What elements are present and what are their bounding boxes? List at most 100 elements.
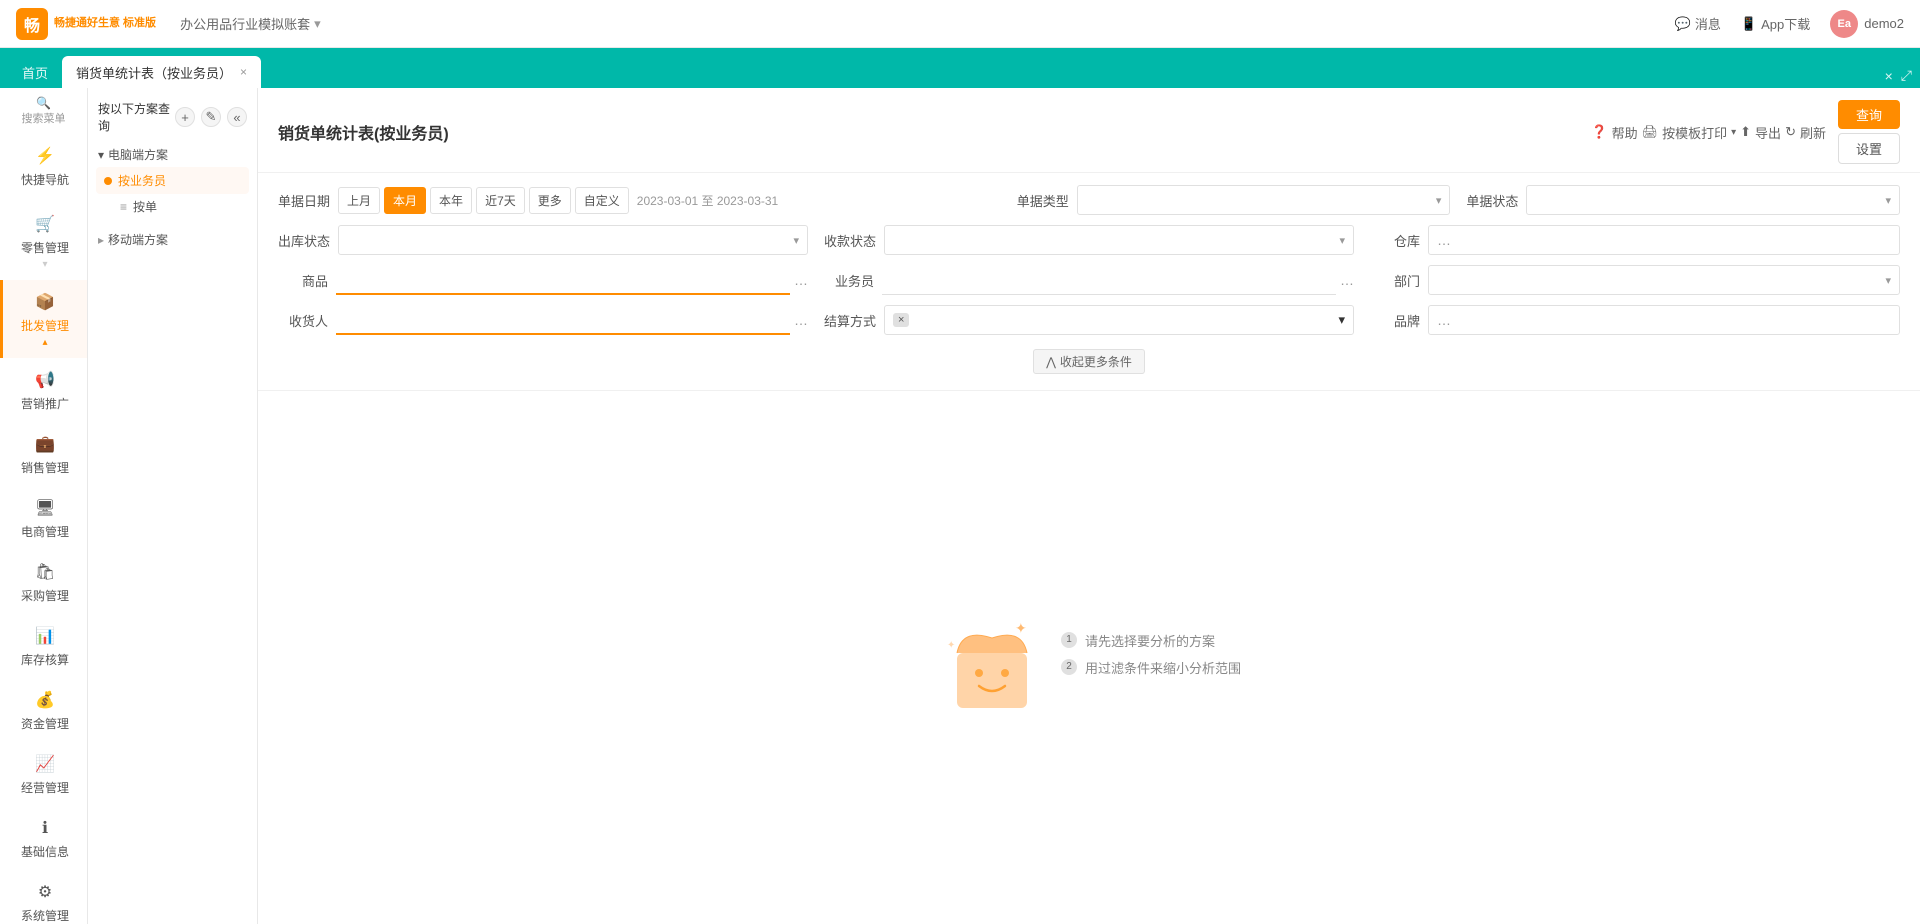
period-btn-7days[interactable]: 近7天 [476, 187, 525, 214]
export-btn[interactable]: ⬆ 导出 [1740, 123, 1781, 142]
salesperson-input[interactable] [882, 265, 1336, 295]
logo-text: 畅捷通好生意 标准版 [54, 16, 156, 30]
sidebar-item-basic[interactable]: ℹ 基础信息 [0, 806, 87, 870]
message-btn[interactable]: 💬 消息 [1675, 14, 1721, 33]
filter-warehouse: 仓库 … [1370, 225, 1900, 255]
step-1-text: 请先选择要分析的方案 [1085, 631, 1215, 650]
doc-status-label: 单据状态 [1466, 191, 1518, 210]
header-left: 畅 畅捷通好生意 标准版 办公用品行业模拟账套 ▾ [16, 8, 321, 40]
active-dot [104, 177, 112, 185]
goods-label: 商品 [278, 271, 328, 290]
scheme-item-by-salesperson[interactable]: 按业务员 [96, 167, 249, 194]
filter-doc-type: 单据类型 ▾ [1017, 185, 1451, 215]
tab-home[interactable]: 首页 [8, 56, 62, 88]
period-btn-custom[interactable]: 自定义 [575, 187, 629, 214]
breadcrumb-text: 办公用品行业模拟账套 [180, 14, 310, 33]
operations-label: 经营管理 [21, 779, 69, 796]
scheme-group-mobile-header[interactable]: ▸ 移动端方案 [96, 227, 249, 252]
refresh-btn[interactable]: ↻ 刷新 [1785, 123, 1826, 142]
settlement-chevron: ▾ [1338, 312, 1345, 328]
sidebar-item-wholesale[interactable]: 📦 批发管理 ▴ [0, 280, 87, 358]
logo-area: 畅 畅捷通好生意 标准版 [16, 8, 156, 40]
sidebar-item-operations[interactable]: 📈 经营管理 [0, 742, 87, 806]
filter-doc-status: 单据状态 ▾ [1466, 185, 1900, 215]
ecommerce-icon: 🖥 [33, 496, 57, 520]
user-profile[interactable]: Ea demo2 [1830, 10, 1904, 38]
basic-label: 基础信息 [21, 843, 69, 860]
filter-department: 部门 ▾ [1370, 265, 1900, 295]
filter-row-4: 收货人 … 结算方式 × ▾ [278, 305, 1900, 335]
order-icon: ≡ [120, 200, 127, 214]
basic-icon: ℹ [33, 816, 57, 840]
sidebar-item-purchase[interactable]: 🛍 采购管理 [0, 550, 87, 614]
settings-btn[interactable]: 设置 [1838, 133, 1900, 164]
breadcrumb-dropdown-icon[interactable]: ▾ [314, 16, 321, 32]
doc-type-chevron: ▾ [1436, 194, 1442, 207]
period-btn-last-month[interactable]: 上月 [338, 187, 380, 214]
tab-bar: 首页 销货单统计表（按业务员） × × ⤢ [0, 48, 1920, 88]
sidebar-item-sales[interactable]: 💼 销售管理 [0, 422, 87, 486]
wholesale-label: 批发管理 [21, 317, 69, 334]
inventory-icon: 📊 [33, 624, 57, 648]
shipment-select[interactable]: ▾ [338, 225, 808, 255]
department-label: 部门 [1370, 271, 1420, 290]
salesperson-dots[interactable]: … [1340, 272, 1354, 288]
goods-dots[interactable]: … [794, 272, 808, 288]
scheme-item-by-order[interactable]: ≡ 按单 [96, 194, 249, 219]
collapse-btn[interactable]: ⋀ 收起更多条件 [1033, 349, 1145, 374]
help-icon: ❓ [1591, 124, 1607, 140]
filter-row-2: 出库状态 ▾ 收款状态 ▾ [278, 225, 1900, 255]
tab-close-icon[interactable]: × [1885, 68, 1893, 84]
print-btn[interactable]: 🖨 按模板打印 ▾ [1642, 123, 1737, 142]
period-btn-this-month[interactable]: 本月 [384, 187, 426, 214]
sidebar-item-ecommerce[interactable]: 🖥 电商管理 [0, 486, 87, 550]
scheme-edit-btn[interactable]: ✎ [201, 107, 221, 127]
doc-type-select[interactable]: ▾ [1077, 185, 1451, 215]
tab-maximize-icon[interactable]: ⤢ [1901, 67, 1912, 84]
avatar: Ea [1830, 10, 1858, 38]
recipient-dots[interactable]: … [794, 312, 808, 328]
empty-state: ✦ ✦ 1 请先选择要分析的方案 2 用过滤条件来缩小分析范围 [258, 391, 1920, 924]
scheme-add-btn[interactable]: + [175, 107, 195, 127]
recipient-input[interactable] [336, 305, 790, 335]
payment-select[interactable]: ▾ [884, 225, 1354, 255]
sidebar-search[interactable]: 🔍 搜索菜单 [0, 88, 87, 134]
scheme-collapse-btn[interactable]: « [227, 107, 247, 127]
sidebar-item-quicknav[interactable]: ⚡ 快捷导航 [0, 134, 87, 198]
help-btn[interactable]: ❓ 帮助 [1591, 123, 1637, 142]
search-icon: 🔍 [36, 96, 51, 110]
department-select[interactable]: ▾ [1428, 265, 1900, 295]
app-download-btn[interactable]: 📱 App下载 [1741, 14, 1810, 33]
inventory-label: 库存核算 [21, 651, 69, 668]
period-btn-more[interactable]: 更多 [529, 187, 571, 214]
retail-label: 零售管理 [21, 239, 69, 256]
brand-select[interactable]: … [1428, 305, 1900, 335]
empty-illustration: ✦ ✦ [937, 608, 1037, 708]
sidebar-item-marketing[interactable]: 📢 营销推广 [0, 358, 87, 422]
export-icon: ⬆ [1740, 124, 1751, 140]
period-btn-this-year[interactable]: 本年 [430, 187, 472, 214]
scheme-group-desktop-header[interactable]: ▾ 电脑端方案 [96, 142, 249, 167]
tab-active[interactable]: 销货单统计表（按业务员） × [62, 56, 261, 88]
warehouse-select[interactable]: … [1428, 225, 1900, 255]
collapse-icon: ⋀ [1046, 355, 1056, 369]
filter-row-1: 单据日期 上月 本月 本年 近7天 更多 自定义 2023-03-01 至 20… [278, 185, 1900, 215]
filter-shipment: 出库状态 ▾ [278, 225, 808, 255]
doc-status-select[interactable]: ▾ [1526, 185, 1900, 215]
sidebar-item-retail[interactable]: 🛒 零售管理 ▾ [0, 202, 87, 280]
sidebar-item-inventory[interactable]: 📊 库存核算 [0, 614, 87, 678]
scheme-group-desktop: ▾ 电脑端方案 按业务员 ≡ 按单 [88, 142, 257, 219]
tab-close-btn[interactable]: × [240, 65, 247, 79]
settlement-select[interactable]: × ▾ [884, 305, 1354, 335]
filter-brand: 品牌 … [1370, 305, 1900, 335]
filter-recipient: 收货人 … [278, 305, 808, 335]
retail-icon: 🛒 [33, 212, 57, 236]
sidebar-item-system[interactable]: ⚙ 系统管理 [0, 870, 87, 924]
sidebar-item-finance[interactable]: 💰 资金管理 [0, 678, 87, 742]
brand-dots: … [1437, 312, 1452, 328]
date-range-text: 2023-03-01 至 2023-03-31 [637, 192, 778, 209]
wholesale-arrow: ▴ [42, 337, 47, 348]
goods-input[interactable] [336, 265, 790, 295]
finance-label: 资金管理 [21, 715, 69, 732]
query-btn[interactable]: 查询 [1838, 100, 1900, 129]
